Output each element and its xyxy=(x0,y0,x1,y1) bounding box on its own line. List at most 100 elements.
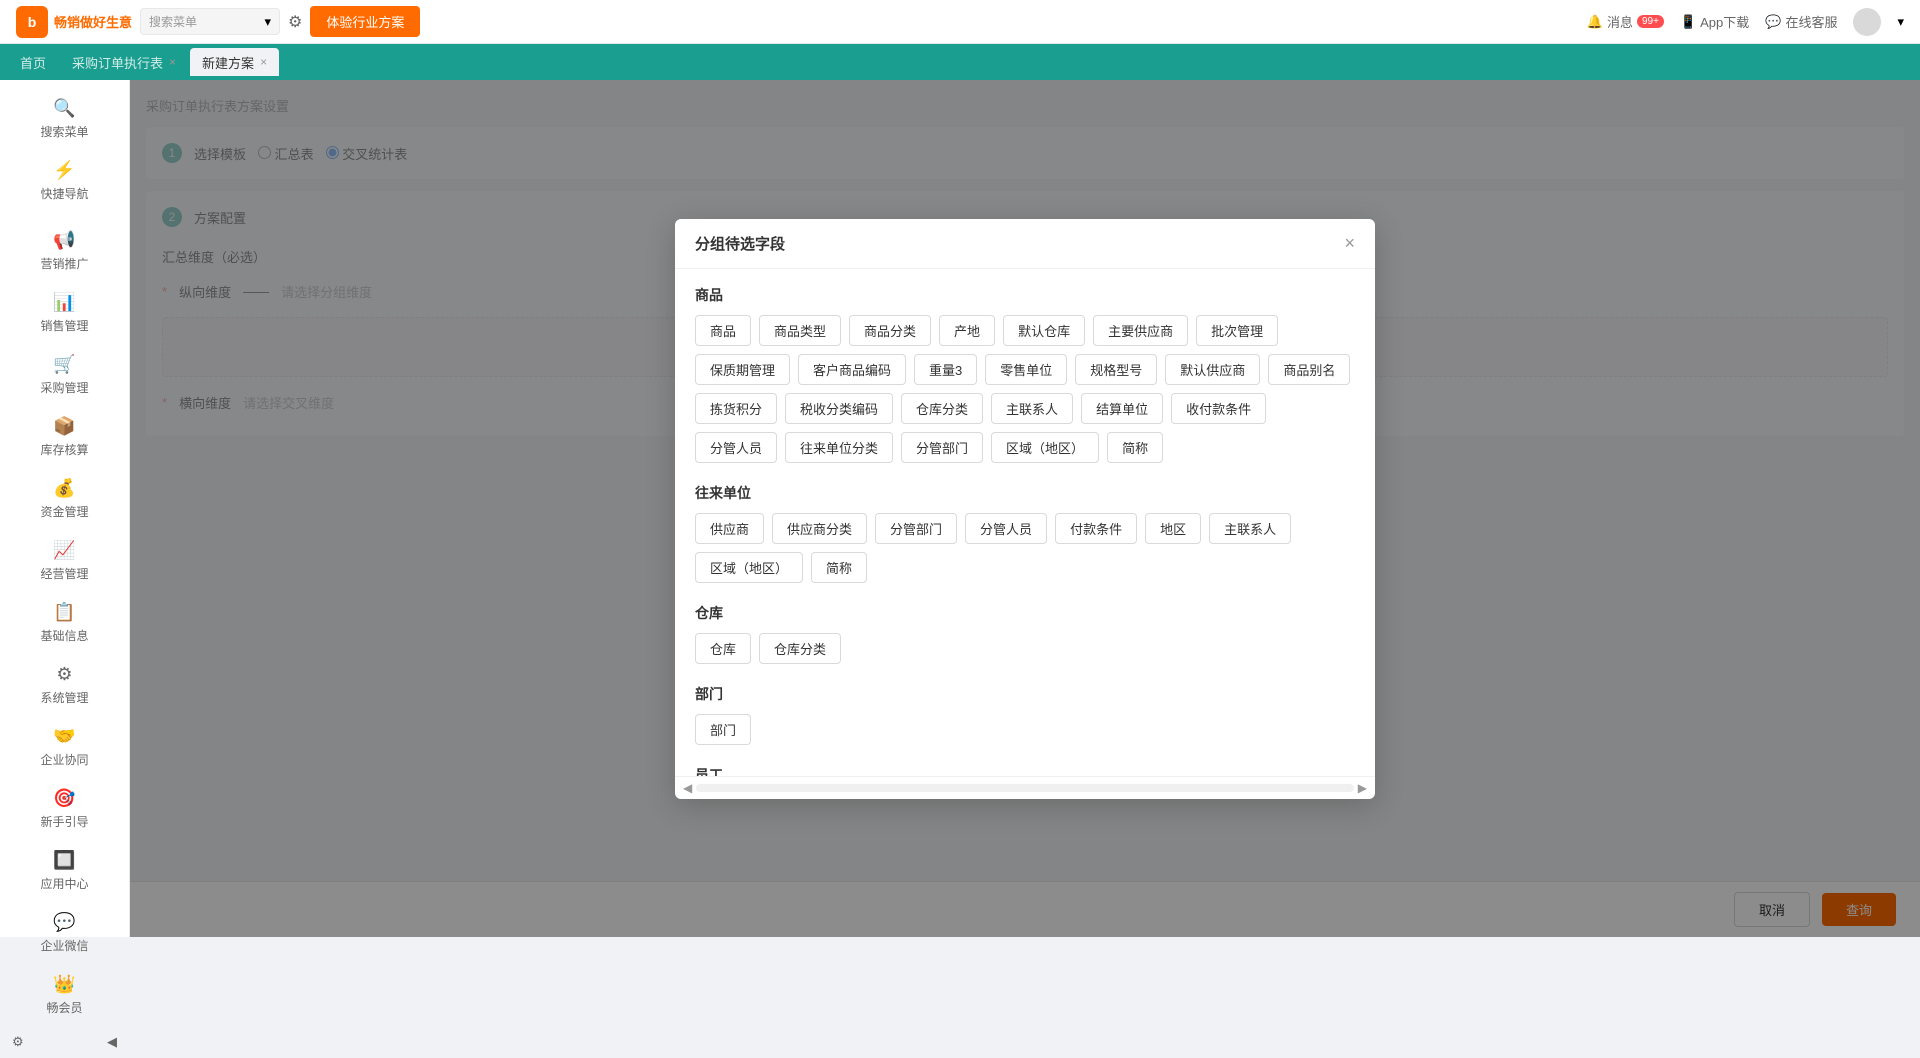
sidebar-label-guide: 新手引导 xyxy=(40,813,88,830)
field-tag[interactable]: 拣货积分 xyxy=(695,393,777,424)
field-group-warehouse-title: 仓库 xyxy=(695,603,1355,623)
field-group-partner-title: 往来单位 xyxy=(695,483,1355,503)
tab-purchase-order[interactable]: 采购订单执行表 × xyxy=(60,48,188,76)
sidebar-label-collab: 企业协同 xyxy=(40,751,88,768)
field-tag[interactable]: 零售单位 xyxy=(985,354,1067,385)
tab-purchase-label: 采购订单执行表 xyxy=(72,53,163,72)
sidebar-item-finance[interactable]: 💰 资金管理 xyxy=(0,468,129,530)
field-tag[interactable]: 批次管理 xyxy=(1196,315,1278,346)
apps-icon: 🔲 xyxy=(53,850,75,871)
tab-new-plan[interactable]: 新建方案 × xyxy=(190,48,279,76)
app-download-label: App下载 xyxy=(1700,12,1749,31)
field-tag[interactable]: 分管人员 xyxy=(695,432,777,463)
field-tag[interactable]: 保质期管理 xyxy=(695,354,790,385)
app-download-item[interactable]: 📱 App下载 xyxy=(1680,12,1749,31)
sidebar-label-search: 搜索菜单 xyxy=(40,123,88,140)
download-icon: 📱 xyxy=(1680,14,1696,30)
sidebar-item-wechat[interactable]: 💬 企业微信 xyxy=(0,902,129,964)
field-tag[interactable]: 重量3 xyxy=(914,354,977,385)
field-group-goods-title: 商品 xyxy=(695,285,1355,305)
field-tag[interactable]: 主要供应商 xyxy=(1093,315,1188,346)
sidebar-item-guide[interactable]: 🎯 新手引导 xyxy=(0,778,129,840)
field-tag[interactable]: 默认仓库 xyxy=(1003,315,1085,346)
sales-icon: 📊 xyxy=(53,292,75,313)
tab-bar: 首页 采购订单执行表 × 新建方案 × xyxy=(0,44,1920,80)
gear-icon[interactable]: ⚙ xyxy=(288,12,302,32)
field-tag[interactable]: 主联系人 xyxy=(991,393,1073,424)
field-group-partner: 往来单位 供应商 供应商分类 分管部门 分管人员 付款条件 地区 主联系人 区域… xyxy=(695,483,1355,583)
field-tag[interactable]: 税收分类编码 xyxy=(785,393,893,424)
tab-new-plan-close[interactable]: × xyxy=(260,55,267,69)
field-tag[interactable]: 规格型号 xyxy=(1075,354,1157,385)
field-group-goods: 商品 商品 商品类型 商品分类 产地 默认仓库 主要供应商 批次管理 保质期管理… xyxy=(695,285,1355,463)
field-tag[interactable]: 地区 xyxy=(1145,513,1201,544)
online-service-item[interactable]: 💬 在线客服 xyxy=(1765,12,1837,31)
sidebar-item-purchase[interactable]: 🛒 采购管理 xyxy=(0,344,129,406)
sidebar-item-operation[interactable]: 📈 经营管理 xyxy=(0,530,129,592)
horizontal-scrollbar[interactable] xyxy=(696,784,1354,792)
sidebar-item-collab[interactable]: 🤝 企业协同 xyxy=(0,716,129,778)
field-tag[interactable]: 分管部门 xyxy=(875,513,957,544)
field-tag[interactable]: 供应商 xyxy=(695,513,764,544)
field-tag[interactable]: 供应商分类 xyxy=(772,513,867,544)
field-tag[interactable]: 产地 xyxy=(939,315,995,346)
field-tag[interactable]: 部门 xyxy=(695,714,751,745)
modal-body: 商品 商品 商品类型 商品分类 产地 默认仓库 主要供应商 批次管理 保质期管理… xyxy=(675,269,1375,776)
field-tag[interactable]: 分管人员 xyxy=(965,513,1047,544)
sidebar-item-basic[interactable]: 📋 基础信息 xyxy=(0,592,129,654)
field-tag[interactable]: 主联系人 xyxy=(1209,513,1291,544)
search-icon: 🔍 xyxy=(53,98,75,119)
sidebar-item-marketing[interactable]: 📢 营销推广 xyxy=(0,220,129,282)
search-bar[interactable]: 搜索菜单 ▾ xyxy=(140,8,280,35)
field-tag[interactable]: 结算单位 xyxy=(1081,393,1163,424)
logo: b 畅销做好生意 xyxy=(16,6,132,38)
field-tag[interactable]: 区域（地区） xyxy=(991,432,1099,463)
sidebar-label-basic: 基础信息 xyxy=(40,627,88,644)
field-tag[interactable]: 付款条件 xyxy=(1055,513,1137,544)
field-tag[interactable]: 收付款条件 xyxy=(1171,393,1266,424)
tab-new-plan-label: 新建方案 xyxy=(202,53,254,72)
sidebar-item-member[interactable]: 👑 畅会员 xyxy=(0,964,129,1026)
modal-scrollbar: ◀ ▶ xyxy=(675,776,1375,799)
sidebar-item-sales[interactable]: 📊 销售管理 xyxy=(0,282,129,344)
trial-button[interactable]: 体验行业方案 xyxy=(310,6,420,37)
field-tag[interactable]: 客户商品编码 xyxy=(798,354,906,385)
notification-item[interactable]: 🔔 消息 99+ xyxy=(1587,12,1664,31)
notification-label: 消息 xyxy=(1607,12,1633,31)
tab-home[interactable]: 首页 xyxy=(8,48,58,76)
field-tag[interactable]: 区域（地区） xyxy=(695,552,803,583)
field-tag[interactable]: 简称 xyxy=(1107,432,1163,463)
field-tag[interactable]: 默认供应商 xyxy=(1165,354,1260,385)
sidebar-item-inventory[interactable]: 📦 库存核算 xyxy=(0,406,129,468)
field-tag[interactable]: 商品类型 xyxy=(759,315,841,346)
logo-text: 畅销做好生意 xyxy=(54,12,132,31)
scroll-right-icon[interactable]: ▶ xyxy=(1358,781,1367,795)
field-tag[interactable]: 仓库分类 xyxy=(759,633,841,664)
field-tag[interactable]: 仓库 xyxy=(695,633,751,664)
field-tag[interactable]: 简称 xyxy=(811,552,867,583)
sidebar-item-apps[interactable]: 🔲 应用中心 xyxy=(0,840,129,902)
tab-purchase-close[interactable]: × xyxy=(169,55,176,69)
sidebar-item-quicknav[interactable]: ⚡ 快捷导航 xyxy=(0,150,129,212)
logo-icon: b xyxy=(16,6,48,38)
field-tag[interactable]: 商品 xyxy=(695,315,751,346)
arrow-bottom-icon[interactable]: ◀ xyxy=(107,1034,117,1050)
field-tag[interactable]: 商品分类 xyxy=(849,315,931,346)
sidebar-item-system[interactable]: ⚙ 系统管理 xyxy=(0,654,129,716)
sidebar-label-apps: 应用中心 xyxy=(40,875,88,892)
scroll-left-icon[interactable]: ◀ xyxy=(683,781,692,795)
avatar[interactable] xyxy=(1853,8,1881,36)
tab-home-label: 首页 xyxy=(20,53,46,72)
field-tag[interactable]: 仓库分类 xyxy=(901,393,983,424)
guide-icon: 🎯 xyxy=(53,788,75,809)
field-tag[interactable]: 商品别名 xyxy=(1268,354,1350,385)
field-tag[interactable]: 分管部门 xyxy=(901,432,983,463)
field-tag[interactable]: 往来单位分类 xyxy=(785,432,893,463)
sidebar-item-search[interactable]: 🔍 搜索菜单 xyxy=(0,88,129,150)
close-icon[interactable]: × xyxy=(1344,233,1355,254)
main-layout: 🔍 搜索菜单 ⚡ 快捷导航 📢 营销推广 📊 销售管理 🛒 采购管理 📦 库存核… xyxy=(0,80,1920,937)
online-service-label: 在线客服 xyxy=(1785,12,1837,31)
settings-bottom-icon[interactable]: ⚙ xyxy=(12,1034,24,1050)
operation-icon: 📈 xyxy=(53,540,75,561)
modal-title: 分组待选字段 xyxy=(695,233,785,254)
